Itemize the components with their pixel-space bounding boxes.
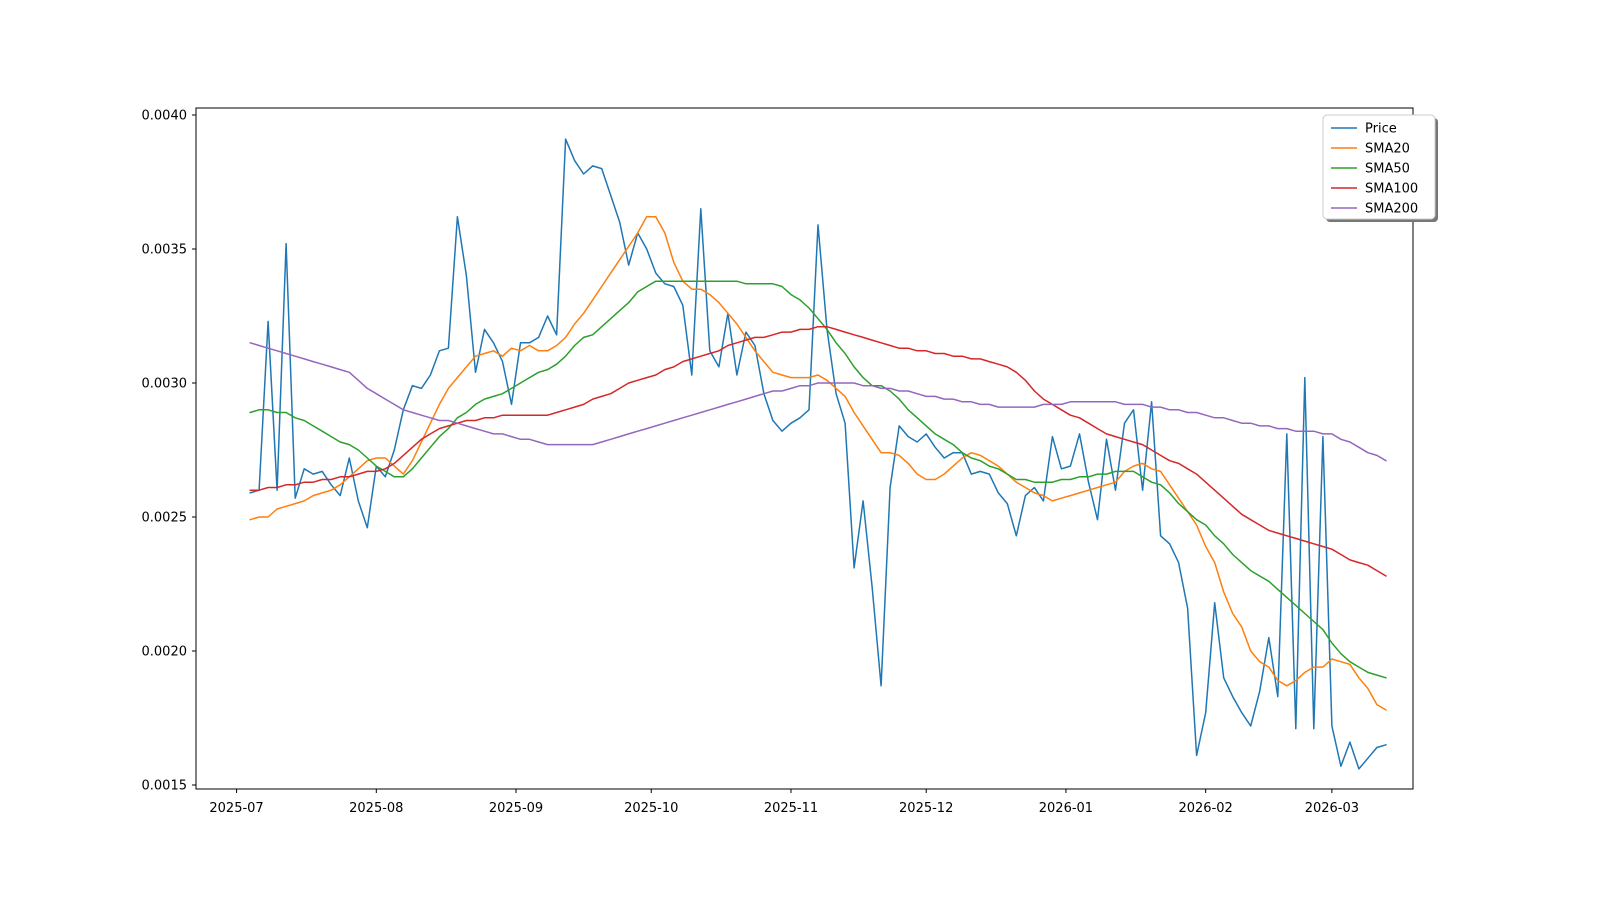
legend: Price SMA20 SMA50 SMA100 SMA200 bbox=[1322, 114, 1438, 222]
y-tick-label: 0.0015 bbox=[142, 779, 188, 794]
y-tick-label: 0.0020 bbox=[142, 645, 188, 660]
y-tick-label: 0.0040 bbox=[142, 108, 188, 123]
x-tick-label: 2026-03 bbox=[1305, 801, 1359, 816]
plot-area bbox=[196, 108, 1413, 789]
y-tick-label: 0.0030 bbox=[142, 376, 188, 391]
price-sma-chart: 2025-07 2025-08 2025-09 2025-10 2025-11 2025-… bbox=[0, 0, 1600, 900]
legend-label-sma100: SMA100 bbox=[1365, 182, 1418, 197]
x-tick-label: 2025-10 bbox=[624, 801, 678, 816]
legend-label-price: Price bbox=[1365, 122, 1397, 137]
x-tick-label: 2025-12 bbox=[899, 801, 953, 816]
legend-label-sma200: SMA200 bbox=[1365, 202, 1418, 217]
y-tick-label: 0.0035 bbox=[142, 242, 188, 257]
legend-label-sma50: SMA50 bbox=[1365, 162, 1410, 177]
x-tick-label: 2025-07 bbox=[209, 801, 263, 816]
x-tick-label: 2025-09 bbox=[489, 801, 543, 816]
chart-figure: 2025-07 2025-08 2025-09 2025-10 2025-11 2025-… bbox=[0, 0, 1600, 900]
legend-label-sma20: SMA20 bbox=[1365, 142, 1410, 157]
x-tick-label: 2026-01 bbox=[1039, 801, 1093, 816]
x-tick-label: 2025-11 bbox=[764, 801, 818, 816]
x-tick-label: 2026-02 bbox=[1178, 801, 1232, 816]
y-tick-label: 0.0025 bbox=[142, 511, 188, 526]
x-tick-label: 2025-08 bbox=[349, 801, 403, 816]
